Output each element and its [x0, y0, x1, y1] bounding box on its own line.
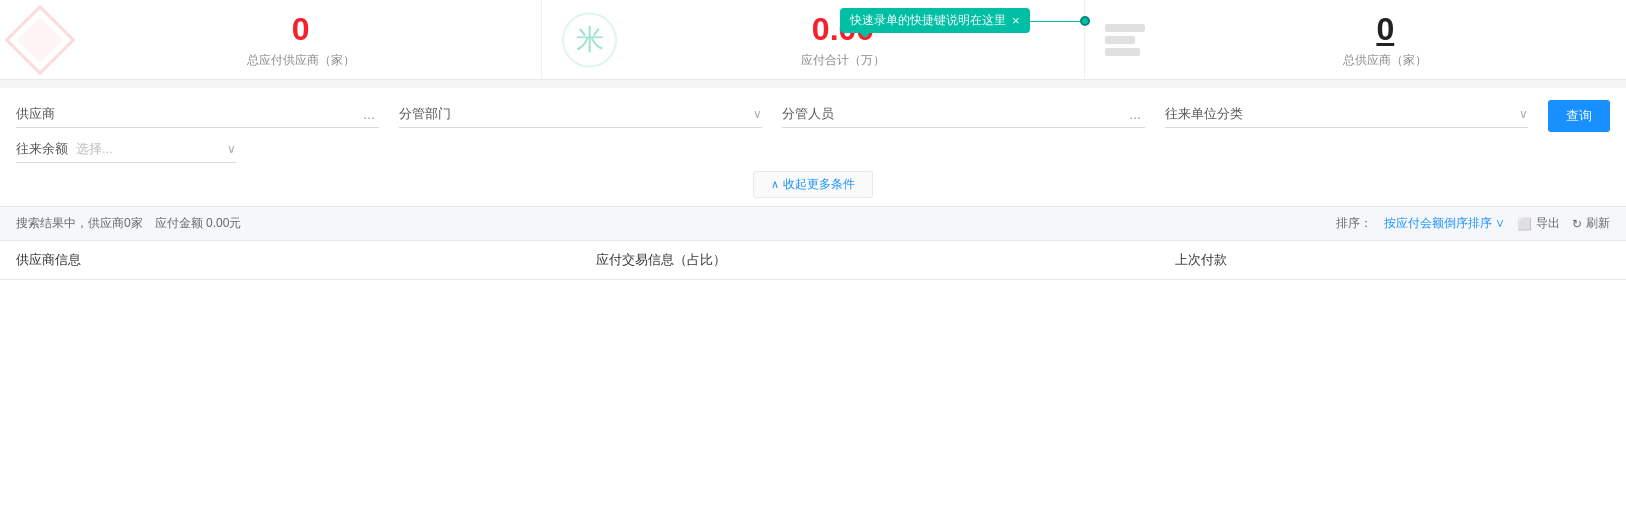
- sort-arrow-icon: ∨: [1495, 216, 1505, 230]
- department-label: 分管部门: [399, 105, 451, 123]
- supplier-label: 供应商: [16, 105, 55, 123]
- balance-arrow[interactable]: ∨: [227, 142, 236, 156]
- table-col3-header: 上次付款: [1175, 251, 1610, 269]
- filter-item-balance: 往来余额 选择... ∨: [16, 140, 236, 163]
- total-payable-label: 应付合计（万）: [801, 52, 885, 69]
- table-body: [0, 280, 1626, 515]
- sort-label: 排序：: [1336, 215, 1372, 232]
- sort-value-text: 按应付会额倒序排序: [1384, 216, 1492, 230]
- filter-row-1: 供应商 ... 分管部门 ∨ 分管人员 ... 往来单位分类 ∨ 查询: [16, 100, 1610, 132]
- department-arrow[interactable]: ∨: [753, 107, 762, 121]
- supplier-dots[interactable]: ...: [359, 106, 379, 122]
- placeholder-line-2: [1105, 36, 1135, 44]
- department-input[interactable]: [459, 106, 753, 121]
- person-input[interactable]: [842, 106, 1125, 121]
- filter-item-department: 分管部门 ∨: [399, 105, 762, 128]
- payable-suppliers-number: 0: [292, 10, 310, 48]
- filter-row-2: 往来余额 选择... ∨: [16, 140, 1610, 163]
- balance-label: 往来余额: [16, 140, 68, 158]
- supplier-count-text: 搜索结果中，供应商0家: [16, 215, 143, 232]
- filter-item-unit: 往来单位分类 ∨: [1165, 105, 1528, 128]
- refresh-button[interactable]: ↻ 刷新: [1572, 215, 1610, 232]
- amount-text: 应付金额 0.00元: [155, 215, 242, 232]
- table-col1-header: 供应商信息: [16, 251, 596, 269]
- summary-item-total-suppliers: 0 总供应商（家）: [1085, 0, 1626, 79]
- supplier-input[interactable]: [63, 106, 359, 121]
- collapse-arrow-icon: ∧: [771, 178, 779, 191]
- unit-arrow[interactable]: ∨: [1519, 107, 1528, 121]
- filter-item-supplier: 供应商 ...: [16, 105, 379, 128]
- placeholder-line-1: [1105, 24, 1145, 32]
- export-icon: ⬜: [1517, 217, 1532, 231]
- query-button[interactable]: 查询: [1548, 100, 1610, 132]
- refresh-icon: ↻: [1572, 217, 1582, 231]
- export-label: 导出: [1536, 215, 1560, 232]
- total-suppliers-number: 0: [1376, 10, 1394, 48]
- logo-icon: 米: [562, 12, 617, 67]
- tooltip-text: 快速录单的快捷键说明在这里: [850, 12, 1006, 29]
- tooltip-dot: [1080, 16, 1090, 26]
- summary-item-total-payable: 米 0.00 应付合计（万） 快速录单的快捷键说明在这里 ×: [542, 0, 1084, 79]
- collapse-button[interactable]: ∧ 收起更多条件: [753, 171, 873, 198]
- payable-suppliers-label: 总应付供应商（家）: [247, 52, 355, 69]
- balance-placeholder: 选择...: [76, 140, 227, 158]
- tooltip-line: [1030, 21, 1085, 22]
- refresh-label: 刷新: [1586, 215, 1610, 232]
- table-col2-header: 应付交易信息（占比）: [596, 251, 1176, 269]
- tooltip-close-button[interactable]: ×: [1012, 14, 1020, 27]
- export-button[interactable]: ⬜ 导出: [1517, 215, 1560, 232]
- placeholder-line-3: [1105, 48, 1140, 56]
- unit-label: 往来单位分类: [1165, 105, 1243, 123]
- summary-item-payable-suppliers: 0 总应付供应商（家）: [0, 0, 542, 79]
- unit-input[interactable]: [1251, 106, 1519, 121]
- tooltip-bubble: 快速录单的快捷键说明在这里 ×: [840, 8, 1030, 33]
- person-label: 分管人员: [782, 105, 834, 123]
- result-left: 搜索结果中，供应商0家 应付金额 0.00元: [16, 215, 241, 232]
- filter-item-person: 分管人员 ...: [782, 105, 1145, 128]
- diamond-icon: [5, 4, 76, 75]
- result-bar: 搜索结果中，供应商0家 应付金额 0.00元 排序： 按应付会额倒序排序 ∨ ⬜…: [0, 207, 1626, 241]
- result-right: 排序： 按应付会额倒序排序 ∨ ⬜ 导出 ↻ 刷新: [1336, 215, 1610, 232]
- collapse-label: 收起更多条件: [783, 176, 855, 193]
- total-suppliers-label: 总供应商（家）: [1343, 52, 1427, 69]
- filter-section: 供应商 ... 分管部门 ∨ 分管人员 ... 往来单位分类 ∨ 查询 往来余额…: [0, 88, 1626, 207]
- placeholder-icon: [1105, 24, 1145, 56]
- sort-value[interactable]: 按应付会额倒序排序 ∨: [1384, 215, 1505, 232]
- summary-bar: 0 总应付供应商（家） 米 0.00 应付合计（万） 快速录单的快捷键说明在这里…: [0, 0, 1626, 80]
- table-header: 供应商信息 应付交易信息（占比） 上次付款: [0, 241, 1626, 280]
- person-dots[interactable]: ...: [1125, 106, 1145, 122]
